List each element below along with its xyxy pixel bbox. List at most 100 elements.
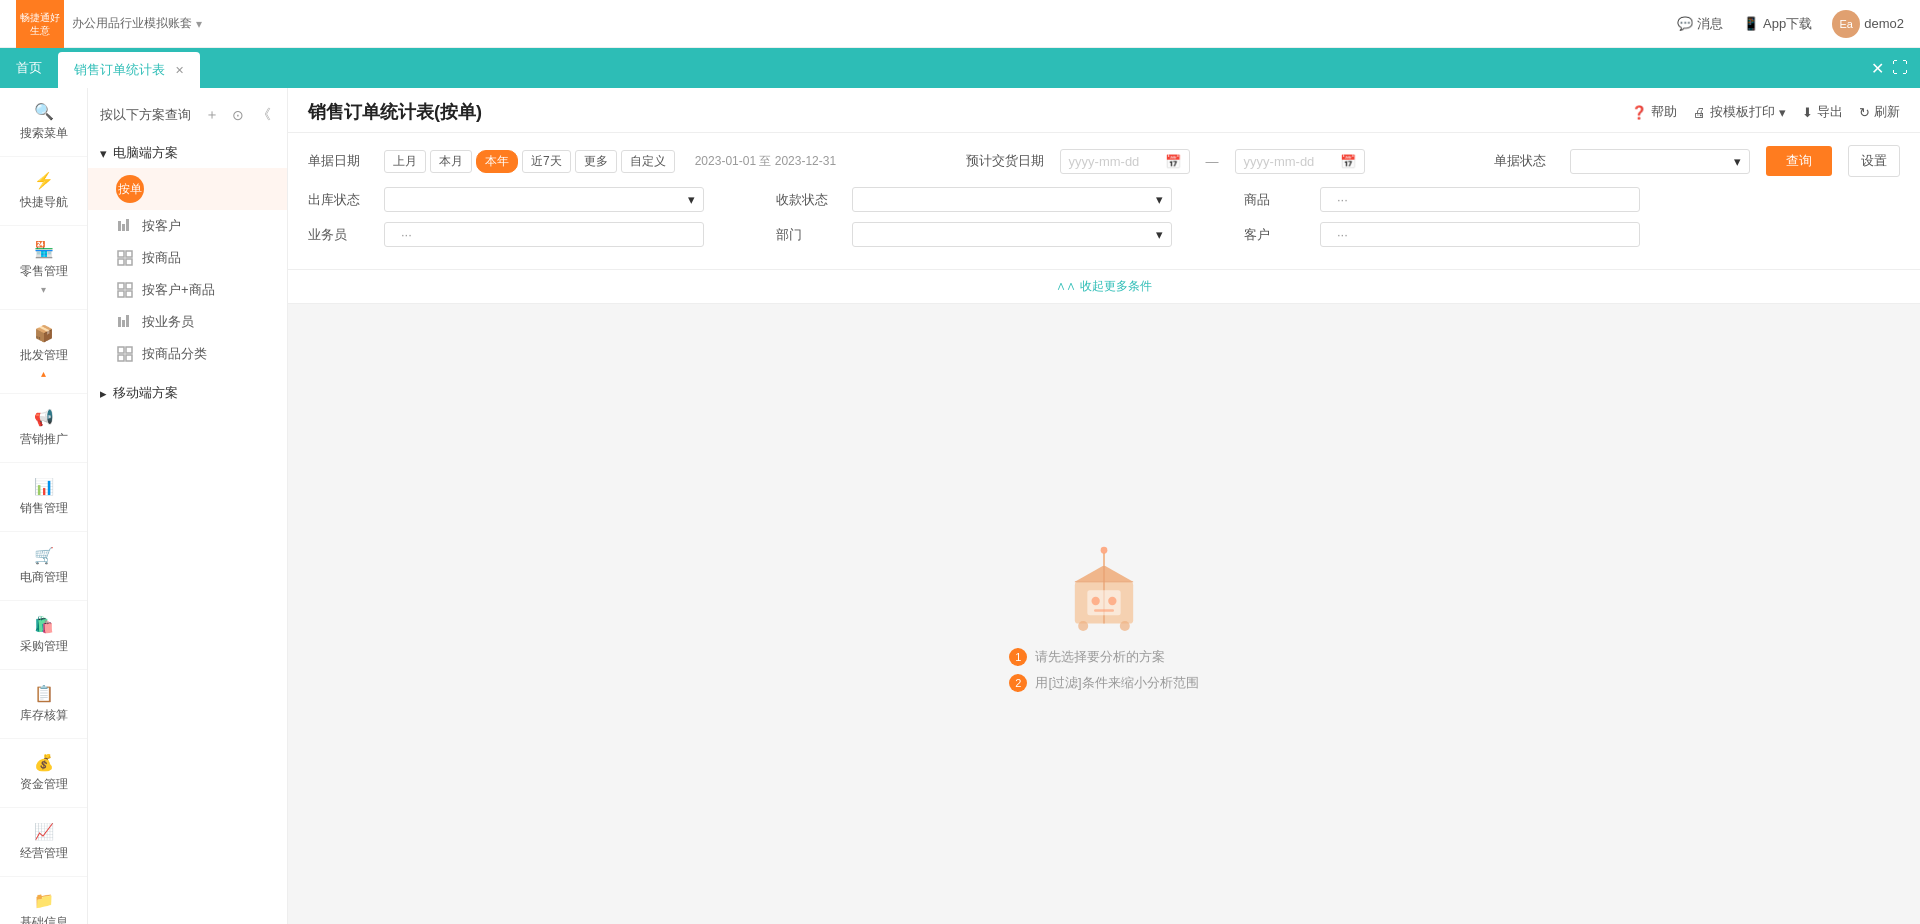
- status-select[interactable]: ▾: [1570, 149, 1750, 174]
- pc-solutions-arrow-icon: ▾: [100, 146, 107, 161]
- sidebar-item-retail-label: 零售管理: [20, 263, 68, 280]
- page-actions: ❓ 帮助 🖨 按模板打印 ▾ ⬇ 导出 ↻ 刷新: [1631, 103, 1900, 121]
- status-select-arrow-icon: ▾: [1734, 154, 1741, 169]
- sidebar-item-retail[interactable]: 🏪 零售管理 ▾: [0, 226, 87, 310]
- date-btn-this-year[interactable]: 本年: [476, 150, 518, 173]
- goods-input[interactable]: ···: [1320, 187, 1640, 212]
- app-download-btn[interactable]: 📱 App下载: [1743, 15, 1812, 33]
- date-btn-last-month[interactable]: 上月: [384, 150, 426, 173]
- message-btn[interactable]: 💬 消息: [1677, 15, 1723, 33]
- left-panel-title: 按以下方案查询: [100, 106, 195, 124]
- by-goods-icon: [116, 249, 134, 267]
- svg-rect-10: [126, 291, 132, 297]
- sidebar-item-basic-label: 基础信息: [20, 914, 68, 924]
- refresh-btn[interactable]: ↻ 刷新: [1859, 103, 1900, 121]
- right-panel: 销售订单统计表(按单) ❓ 帮助 🖨 按模板打印 ▾ ⬇ 导出: [288, 88, 1920, 924]
- finance-icon: 💰: [34, 753, 54, 772]
- sidebar-item-wholesale[interactable]: 📦 批发管理 ▴: [0, 310, 87, 394]
- by-goods-label: 按商品: [142, 249, 181, 267]
- collapse-panel-btn[interactable]: 《: [253, 104, 275, 126]
- mobile-solutions-section: ▸ 移动端方案: [88, 374, 287, 412]
- collapse-bar[interactable]: ∧∧ 收起更多条件: [288, 270, 1920, 304]
- department-arrow-icon: ▾: [1156, 227, 1163, 242]
- setting-btn[interactable]: 设置: [1848, 145, 1900, 177]
- salesman-input[interactable]: ···: [384, 222, 704, 247]
- customer-input[interactable]: ···: [1320, 222, 1640, 247]
- svg-rect-17: [126, 355, 132, 361]
- customer-dots-icon[interactable]: ···: [1337, 227, 1348, 242]
- solution-by-customer[interactable]: 按客户: [88, 210, 287, 242]
- user-menu[interactable]: Ea demo2: [1832, 10, 1904, 38]
- sidebar-item-purchase[interactable]: 🛍️ 采购管理: [0, 601, 87, 670]
- expected-date-start-input[interactable]: yyyy-mm-dd 📅: [1060, 149, 1190, 174]
- sidebar-item-quick-nav[interactable]: ⚡ 快捷导航: [0, 157, 87, 226]
- sidebar-item-finance[interactable]: 💰 资金管理: [0, 739, 87, 808]
- pc-solutions-title[interactable]: ▾ 电脑端方案: [88, 138, 287, 168]
- print-btn[interactable]: 🖨 按模板打印 ▾: [1693, 103, 1786, 121]
- payment-status-select[interactable]: ▾: [852, 187, 1172, 212]
- date-btn-this-month[interactable]: 本月: [430, 150, 472, 173]
- tip-1-num: 1: [1009, 648, 1027, 666]
- sidebar-item-inventory[interactable]: 📋 库存核算: [0, 670, 87, 739]
- help-btn[interactable]: ❓ 帮助: [1631, 103, 1677, 121]
- help-icon: ❓: [1631, 105, 1647, 120]
- mobile-solutions-title[interactable]: ▸ 移动端方案: [88, 378, 287, 408]
- empty-tips: 1 请先选择要分析的方案 2 用[过滤]条件来缩小分析范围: [1009, 648, 1198, 692]
- expected-date-end-placeholder: yyyy-mm-dd: [1244, 154, 1315, 169]
- by-customer-goods-icon: [116, 281, 134, 299]
- solution-by-customer-goods[interactable]: 按客户+商品: [88, 274, 287, 306]
- settings-solution-btn[interactable]: ⊙: [227, 104, 249, 126]
- salesman-dots-icon[interactable]: ···: [401, 227, 412, 242]
- calendar-start-icon: 📅: [1165, 154, 1181, 169]
- filter-area: 单据日期 上月 本月 本年 近7天 更多 自定义 2023-01-01 至 20…: [288, 133, 1920, 270]
- solution-by-order[interactable]: 按单: [88, 168, 287, 210]
- retail-arrow-icon: ▾: [41, 284, 46, 295]
- avatar: Ea: [1832, 10, 1860, 38]
- date-btn-more[interactable]: 更多: [575, 150, 617, 173]
- tab-close-window-btn[interactable]: ✕: [1871, 59, 1884, 78]
- department-label: 部门: [776, 226, 836, 244]
- app-title[interactable]: 办公用品行业模拟账套 ▾: [72, 15, 202, 32]
- page-header: 销售订单统计表(按单) ❓ 帮助 🖨 按模板打印 ▾ ⬇ 导出: [288, 88, 1920, 133]
- add-solution-btn[interactable]: ＋: [201, 104, 223, 126]
- sidebar-item-marketing[interactable]: 📢 营销推广: [0, 394, 87, 463]
- tab-sales-order[interactable]: 销售订单统计表 ✕: [58, 52, 200, 88]
- sidebar: 🔍 搜索菜单 ⚡ 快捷导航 🏪 零售管理 ▾ 📦 批发管理 ▴ 📢 营销推广 📊…: [0, 88, 88, 924]
- solution-by-category[interactable]: 按商品分类: [88, 338, 287, 370]
- solution-by-salesman[interactable]: 按业务员: [88, 306, 287, 338]
- tab-home[interactable]: 首页: [0, 48, 58, 88]
- ship-status-select[interactable]: ▾: [384, 187, 704, 212]
- sidebar-item-search[interactable]: 🔍 搜索菜单: [0, 88, 87, 157]
- wholesale-icon: 📦: [34, 324, 54, 343]
- sidebar-item-ecommerce[interactable]: 🛒 电商管理: [0, 532, 87, 601]
- goods-dots-icon[interactable]: ···: [1337, 192, 1348, 207]
- date-btn-last-7days[interactable]: 近7天: [522, 150, 571, 173]
- calendar-end-icon: 📅: [1340, 154, 1356, 169]
- sidebar-item-marketing-label: 营销推广: [20, 431, 68, 448]
- department-select[interactable]: ▾: [852, 222, 1172, 247]
- logo-text: 畅捷通好生意: [16, 11, 64, 37]
- tip-2-num: 2: [1009, 674, 1027, 692]
- tab-close-icon[interactable]: ✕: [175, 64, 184, 77]
- svg-point-29: [1120, 621, 1130, 631]
- sidebar-item-sales-mgmt[interactable]: 📊 销售管理: [0, 463, 87, 532]
- purchase-icon: 🛍️: [34, 615, 54, 634]
- by-category-icon: [116, 345, 134, 363]
- collapse-up-icon: ∧∧: [1056, 279, 1076, 293]
- query-btn[interactable]: 查询: [1766, 146, 1832, 176]
- expected-date-end-input[interactable]: yyyy-mm-dd 📅: [1235, 149, 1365, 174]
- solution-by-goods[interactable]: 按商品: [88, 242, 287, 274]
- topbar-left: 畅捷通好生意 办公用品行业模拟账套 ▾: [16, 0, 202, 48]
- svg-point-28: [1078, 621, 1088, 631]
- app-download-label: App下载: [1763, 15, 1812, 33]
- sidebar-item-basic[interactable]: 📁 基础信息: [0, 877, 87, 924]
- page-title: 销售订单统计表(按单): [308, 100, 482, 124]
- tab-maximize-btn[interactable]: ⛶: [1892, 59, 1908, 77]
- svg-rect-7: [118, 283, 124, 289]
- date-btn-custom[interactable]: 自定义: [621, 150, 675, 173]
- export-btn[interactable]: ⬇ 导出: [1802, 103, 1843, 121]
- svg-rect-6: [126, 259, 132, 265]
- sidebar-item-business[interactable]: 📈 经营管理: [0, 808, 87, 877]
- expected-date-start-placeholder: yyyy-mm-dd: [1069, 154, 1140, 169]
- svg-point-27: [1101, 547, 1108, 554]
